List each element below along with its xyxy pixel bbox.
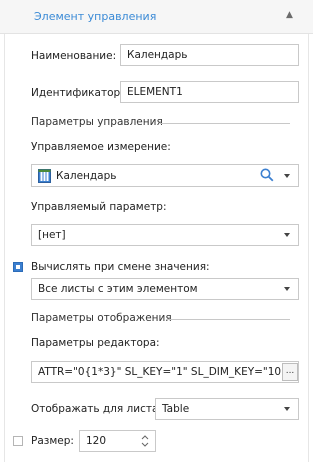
dimension-dropdown-icon[interactable]: [284, 174, 290, 178]
control-section-divider: [160, 123, 290, 124]
panel-title: Элемент управления: [34, 10, 157, 23]
size-stepper-arrows[interactable]: [140, 433, 150, 449]
name-value: Календарь: [127, 49, 188, 61]
dimension-select[interactable]: Календарь: [31, 164, 299, 187]
sheet-value: Table: [162, 403, 190, 415]
collapse-icon[interactable]: ▲: [286, 10, 293, 20]
id-field[interactable]: ELEMENT1: [120, 81, 299, 103]
display-section-divider: [166, 319, 290, 320]
sheet-select[interactable]: Table: [155, 398, 299, 420]
recalc-value: Все листы с этим элементом: [38, 283, 198, 295]
recalc-checkbox[interactable]: [13, 262, 23, 272]
size-label: Размер:: [31, 435, 74, 447]
recalc-label: Вычислять при смене значения:: [31, 261, 210, 273]
editor-value: ATTR="0{1*3}" SL_KEY="1" SL_DIM_KEY="101…: [38, 366, 299, 378]
dimension-label: Управляемое измерение:: [31, 141, 171, 153]
id-value: ELEMENT1: [127, 86, 183, 98]
calendar-dimension-icon: [38, 168, 51, 183]
id-label: Идентификатор:: [31, 87, 124, 99]
editor-browse-button[interactable]: ...: [282, 363, 298, 381]
dimension-value: Календарь: [56, 169, 117, 182]
editor-label: Параметры редактора:: [31, 337, 160, 349]
sheet-label: Отображать для листа:: [31, 403, 162, 415]
parameter-value: [нет]: [38, 229, 66, 241]
display-section-title: Параметры отображения: [31, 312, 172, 324]
sheet-dropdown-icon[interactable]: [284, 407, 290, 411]
parameter-label: Управляемый параметр:: [31, 201, 167, 213]
size-value: 120: [86, 435, 107, 447]
recalc-dropdown-icon[interactable]: [284, 287, 290, 291]
parameter-dropdown-icon[interactable]: [284, 233, 290, 237]
control-section-title: Параметры управления: [31, 116, 163, 128]
parameter-select[interactable]: [нет]: [31, 224, 299, 246]
size-checkbox[interactable]: [13, 436, 23, 446]
name-label: Наименование:: [31, 50, 117, 62]
editor-field[interactable]: ATTR="0{1*3}" SL_KEY="1" SL_DIM_KEY="101…: [31, 361, 299, 383]
name-field[interactable]: Календарь: [120, 44, 299, 66]
search-icon[interactable]: [260, 168, 274, 182]
recalc-select[interactable]: Все листы с этим элементом: [31, 278, 299, 300]
